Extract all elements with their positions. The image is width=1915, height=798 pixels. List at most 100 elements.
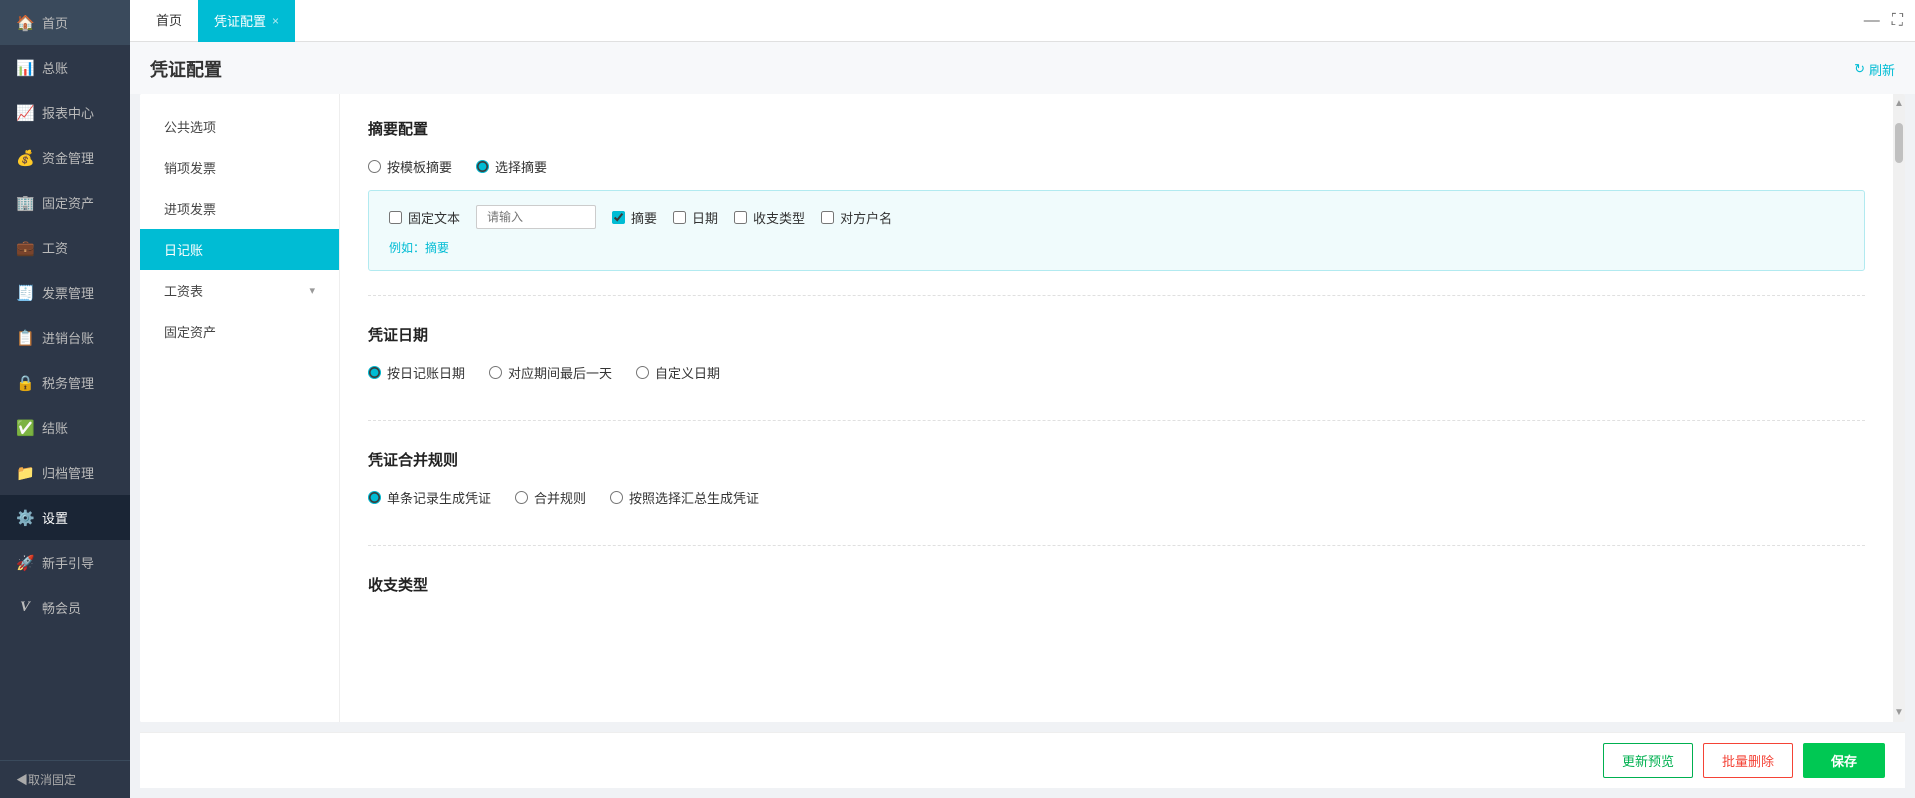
merge-rule-radio[interactable] [515, 491, 528, 504]
archive-icon: 📁 [16, 464, 34, 482]
invoices-icon: 🧾 [16, 284, 34, 302]
payroll-icon: 💼 [16, 239, 34, 257]
abstract-section-title: 摘要配置 [368, 118, 1865, 139]
reconcile-icon: 📋 [16, 329, 34, 347]
tab-voucher-config[interactable]: 凭证配置 × [198, 0, 295, 42]
main-area: 首页 凭证配置 × — ⛶ 凭证配置 ↻ 刷新 公共选项 销项发票 进项 [130, 0, 1915, 798]
member-icon: V [16, 599, 34, 616]
sidebar-item-payroll[interactable]: 💼 工资 [0, 225, 130, 270]
tab-controls: — ⛶ [1862, 10, 1905, 32]
tab-close-icon[interactable]: × [272, 14, 279, 28]
party-name-checkbox-option[interactable]: 对方户名 [821, 208, 892, 227]
by-selection-radio[interactable] [610, 491, 623, 504]
sidebar-item-guide[interactable]: 🚀 新手引导 [0, 540, 130, 585]
abstract-checkbox-option[interactable]: 摘要 [612, 208, 657, 227]
settings-icon: ⚙️ [16, 509, 34, 527]
fixed-text-option[interactable]: 固定文本 [389, 208, 460, 227]
abstract-radio-row: 按模板摘要 选择摘要 [368, 157, 1865, 176]
tab-home[interactable]: 首页 [140, 0, 198, 42]
left-nav-journal[interactable]: 日记账 [140, 229, 339, 270]
income-type-checkbox[interactable] [734, 211, 747, 224]
sidebar-item-home[interactable]: 🏠 首页 [0, 0, 130, 45]
tab-bar: 首页 凭证配置 × — ⛶ [130, 0, 1915, 42]
party-name-checkbox[interactable] [821, 211, 834, 224]
date-checkbox-option[interactable]: 日期 [673, 208, 718, 227]
merge-rule-radio-row: 单条记录生成凭证 合并规则 按照选择汇总生成凭证 [368, 488, 1865, 507]
custom-date-option[interactable]: 自定义日期 [636, 363, 720, 382]
sidebar: 🏠 首页 📊 总账 📈 报表中心 💰 资金管理 🏢 固定资产 💼 工资 🧾 发票… [0, 0, 130, 798]
content-wrapper: 公共选项 销项发票 进项发票 日记账 工资表 ▾ 固定资产 摘要配置 [140, 94, 1905, 722]
maximize-button[interactable]: ⛶ [1890, 10, 1905, 32]
ledger-icon: 📊 [16, 59, 34, 77]
merge-rule-title: 凭证合并规则 [368, 449, 1865, 470]
batch-delete-button[interactable]: 批量删除 [1703, 743, 1793, 778]
guide-icon: 🚀 [16, 554, 34, 572]
voucher-date-title: 凭证日期 [368, 324, 1865, 345]
sidebar-item-invoices[interactable]: 🧾 发票管理 [0, 270, 130, 315]
sidebar-item-close[interactable]: ✅ 结账 [0, 405, 130, 450]
fixed-text-input[interactable] [476, 205, 596, 229]
home-icon: 🏠 [16, 14, 34, 32]
right-content: 摘要配置 按模板摘要 选择摘要 固定文本 [340, 94, 1893, 722]
update-preview-button[interactable]: 更新预览 [1603, 743, 1693, 778]
abstract-template-option[interactable]: 按模板摘要 [368, 157, 452, 176]
abstract-example: 例如：摘要 [389, 239, 1844, 256]
abstract-checkbox-row: 固定文本 摘要 日期 收支类型 [389, 205, 1844, 229]
sidebar-item-settings[interactable]: ⚙️ 设置 [0, 495, 130, 540]
sidebar-item-member[interactable]: V 畅会员 [0, 585, 130, 630]
minimize-button[interactable]: — [1862, 10, 1882, 32]
abstract-section: 摘要配置 按模板摘要 选择摘要 固定文本 [368, 118, 1865, 296]
scroll-down-button[interactable]: ▼ [1894, 703, 1904, 722]
scroll-thumb-area [1893, 113, 1905, 703]
save-button[interactable]: 保存 [1803, 743, 1885, 778]
chevron-down-icon: ▾ [309, 284, 315, 297]
left-nav-public[interactable]: 公共选项 [140, 106, 339, 147]
by-journal-date-option[interactable]: 按日记账日期 [368, 363, 465, 382]
by-journal-date-radio[interactable] [368, 366, 381, 379]
sidebar-item-archive[interactable]: 📁 归档管理 [0, 450, 130, 495]
income-type-section: 收支类型 [368, 574, 1865, 637]
abstract-select-radio[interactable] [476, 160, 489, 173]
voucher-date-section: 凭证日期 按日记账日期 对应期间最后一天 自定义日期 [368, 324, 1865, 421]
scroll-thumb[interactable] [1895, 123, 1903, 163]
single-record-option[interactable]: 单条记录生成凭证 [368, 488, 491, 507]
close-account-icon: ✅ [16, 419, 34, 437]
tax-icon: 🔒 [16, 374, 34, 392]
left-nav-payroll-table[interactable]: 工资表 ▾ [140, 270, 339, 311]
sidebar-item-reports[interactable]: 📈 报表中心 [0, 90, 130, 135]
sidebar-item-ledger[interactable]: 📊 总账 [0, 45, 130, 90]
abstract-select-option[interactable]: 选择摘要 [476, 157, 547, 176]
sidebar-item-funds[interactable]: 💰 资金管理 [0, 135, 130, 180]
merge-rule-option[interactable]: 合并规则 [515, 488, 586, 507]
sidebar-item-assets[interactable]: 🏢 固定资产 [0, 180, 130, 225]
page-title: 凭证配置 [150, 56, 222, 82]
fixed-text-checkbox[interactable] [389, 211, 402, 224]
single-record-radio[interactable] [368, 491, 381, 504]
refresh-icon: ↻ [1854, 61, 1865, 77]
left-nav-fixed-assets[interactable]: 固定资产 [140, 311, 339, 352]
funds-icon: 💰 [16, 149, 34, 167]
custom-date-radio[interactable] [636, 366, 649, 379]
date-checkbox[interactable] [673, 211, 686, 224]
sidebar-item-tax[interactable]: 🔒 税务管理 [0, 360, 130, 405]
scroll-up-button[interactable]: ▲ [1894, 94, 1904, 113]
voucher-date-radio-row: 按日记账日期 对应期间最后一天 自定义日期 [368, 363, 1865, 382]
last-period-day-option[interactable]: 对应期间最后一天 [489, 363, 612, 382]
bottom-bar: 更新预览 批量删除 保存 [140, 732, 1905, 788]
sidebar-item-reconcile[interactable]: 📋 进销台账 [0, 315, 130, 360]
left-nav-purchase-invoice[interactable]: 进项发票 [140, 188, 339, 229]
last-period-day-radio[interactable] [489, 366, 502, 379]
abstract-config-box: 固定文本 摘要 日期 收支类型 [368, 190, 1865, 271]
left-nav-sales-invoice[interactable]: 销项发票 [140, 147, 339, 188]
abstract-checkbox[interactable] [612, 211, 625, 224]
income-type-checkbox-option[interactable]: 收支类型 [734, 208, 805, 227]
income-type-title: 收支类型 [368, 574, 1865, 595]
left-nav: 公共选项 销项发票 进项发票 日记账 工资表 ▾ 固定资产 [140, 94, 340, 722]
page-header: 凭证配置 ↻ 刷新 [130, 42, 1915, 94]
refresh-button[interactable]: ↻ 刷新 [1854, 60, 1895, 79]
scroll-track: ▲ ▼ [1893, 94, 1905, 722]
abstract-template-radio[interactable] [368, 160, 381, 173]
sidebar-unpin-button[interactable]: ◀取消固定 [0, 760, 130, 798]
merge-rule-section: 凭证合并规则 单条记录生成凭证 合并规则 按照选择汇总生成凭证 [368, 449, 1865, 546]
by-selection-option[interactable]: 按照选择汇总生成凭证 [610, 488, 759, 507]
